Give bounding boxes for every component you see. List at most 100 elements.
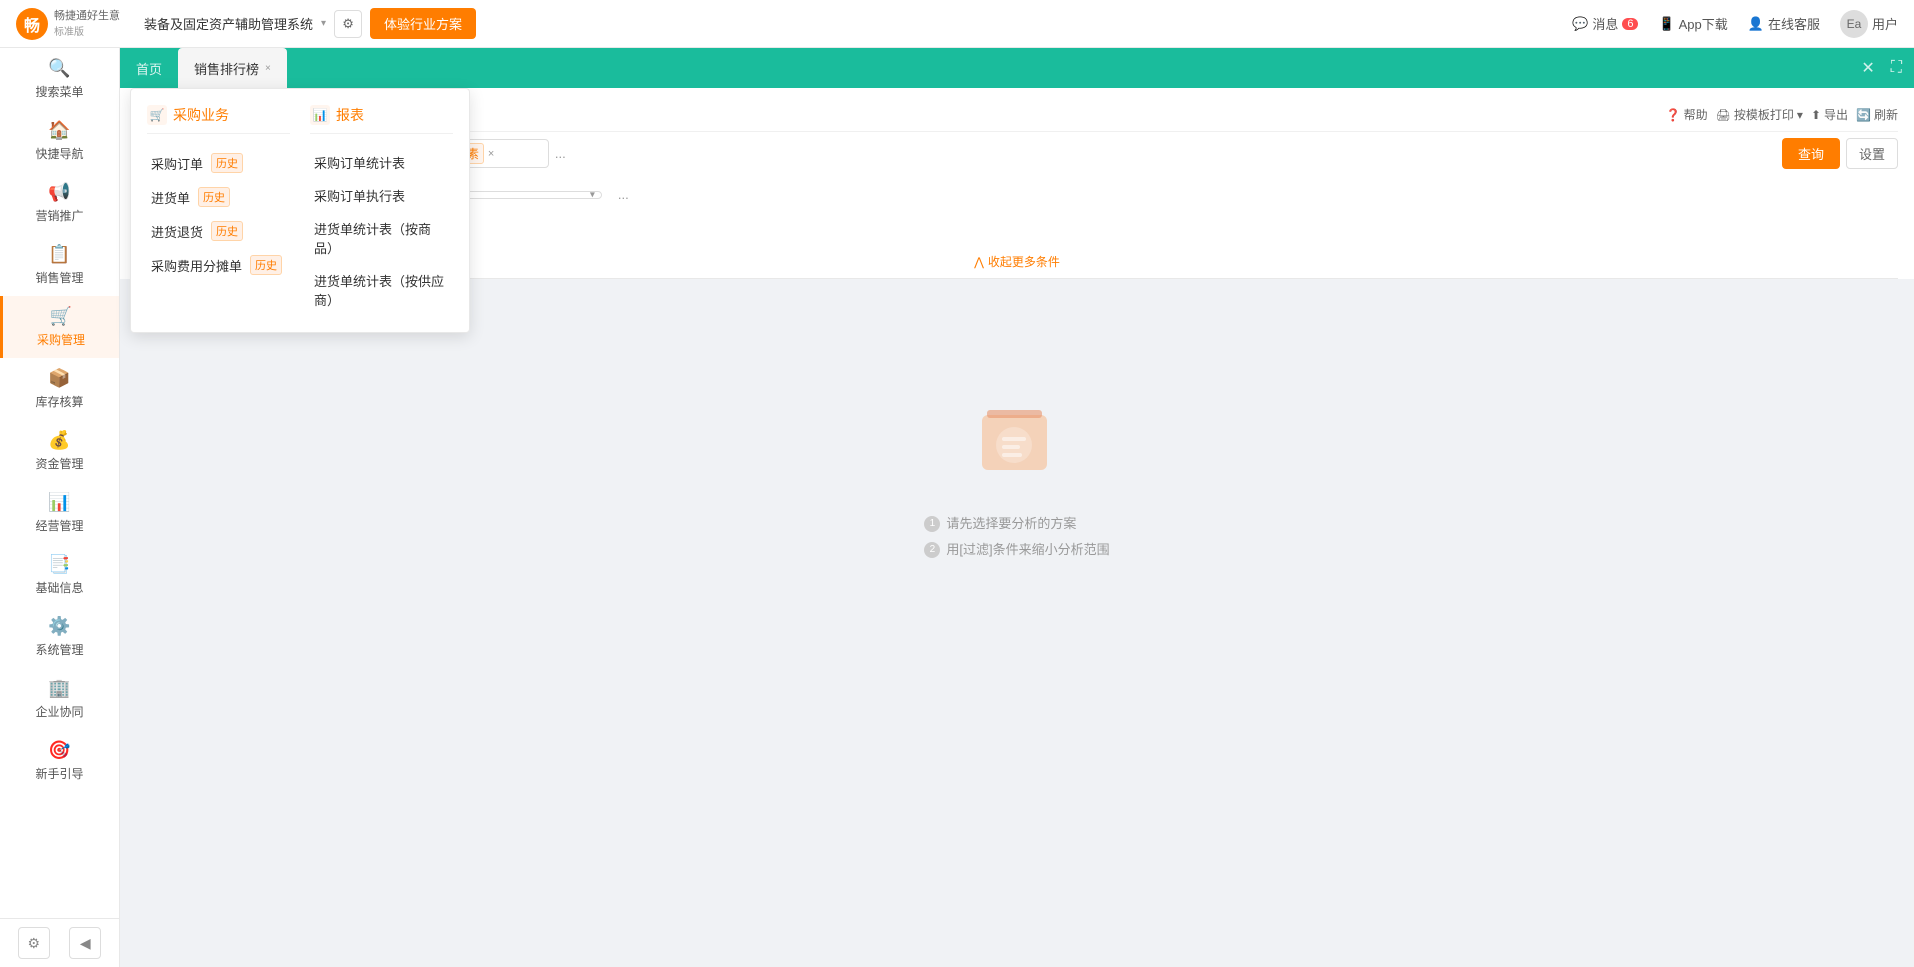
report-item-label: 进货单统计表（按商品）	[314, 219, 449, 257]
sidebar-item-label: 系统管理	[35, 641, 83, 658]
sidebar-item-basic-info[interactable]: 📑 基础信息	[0, 544, 119, 606]
sidebar-item-label: 新手引导	[35, 765, 83, 782]
sidebar-item-inventory[interactable]: 📦 库存核算	[0, 358, 119, 420]
report-dropdown-item[interactable]: 进货单统计表（按供应商）	[310, 264, 453, 316]
report-items: 采购订单统计表 采购订单执行表 进货单统计表（按商品） 进货单统计表（按供应商）	[310, 146, 453, 316]
sidebar-item-label: 库存核算	[35, 393, 83, 410]
step2-icon: 2	[924, 542, 940, 558]
tab-close-button[interactable]: ✕	[1857, 54, 1878, 82]
purchase-icon: 🛒	[50, 306, 72, 327]
service-icon: 👤	[1748, 16, 1764, 32]
report-dropdown-item[interactable]: 采购订单执行表	[310, 179, 453, 212]
tab-fullscreen-button[interactable]: ⛶	[1887, 55, 1906, 81]
sidebar-item-enterprise[interactable]: 🏢 企业协同	[0, 668, 119, 730]
step1-icon: 1	[924, 516, 940, 532]
report-col-icon: 📊	[310, 105, 330, 125]
basic-info-icon: 📑	[48, 554, 70, 575]
empty-illustration	[967, 395, 1067, 495]
logo-area: 畅 畅捷通好生意 标准版	[16, 8, 136, 40]
system-title-chevron-icon[interactable]: ▾	[321, 18, 326, 29]
online-service-button[interactable]: 👤 在线客服	[1748, 14, 1820, 33]
history-badge: 历史	[198, 187, 230, 207]
logo-title: 畅捷通好生意	[54, 9, 120, 23]
tab-home[interactable]: 首页	[120, 48, 178, 88]
user-area[interactable]: Ea 用户	[1840, 10, 1898, 38]
report-dropdown-item[interactable]: 进货单统计表（按商品）	[310, 212, 453, 264]
setting-button[interactable]: 设置	[1846, 138, 1898, 169]
purchase-item-label: 采购费用分摊单	[151, 256, 242, 275]
messages-button[interactable]: 💬 消息 6	[1572, 14, 1638, 33]
sidebar-item-search[interactable]: 🔍 搜索菜单	[0, 48, 119, 110]
sidebar: 🔍 搜索菜单 🏠 快捷导航 📢 营销推广 📋 销售管理 🛒 采购管理 📦 库存核…	[0, 48, 120, 967]
sidebar-settings-button[interactable]: ⚙	[18, 927, 50, 959]
empty-text: 1 请先选择要分析的方案 2 用[过滤]条件来缩小分析范围	[924, 511, 1109, 563]
report-dropdown-item[interactable]: 采购订单统计表	[310, 146, 453, 179]
purchase-dropdown-item[interactable]: 采购订单 历史	[147, 146, 290, 180]
marketing-icon: 📢	[48, 182, 70, 203]
sidebar-item-newbie[interactable]: 🎯 新手引导	[0, 730, 119, 792]
empty-state: 1 请先选择要分析的方案 2 用[过滤]条件来缩小分析范围	[120, 279, 1914, 679]
sidebar-item-sales[interactable]: 📋 销售管理	[0, 234, 119, 296]
app-download-button[interactable]: 📱 App下载	[1658, 14, 1727, 33]
dropdown-columns: 🛒 采购业务 采购订单 历史 进货单 历史 进货退货 历史 采购费用分摊单 历史…	[147, 105, 453, 316]
logo-text-area: 畅捷通好生意 标准版	[54, 9, 120, 38]
report-col-title: 📊 报表	[310, 105, 453, 134]
sidebar-item-label: 销售管理	[35, 269, 83, 286]
refresh-icon: 🔄	[1856, 108, 1871, 122]
settings-gear-button[interactable]: ⚙	[334, 10, 362, 38]
history-badge: 历史	[250, 255, 282, 275]
sidebar-item-finance[interactable]: 💰 资金管理	[0, 420, 119, 482]
sidebar-item-operations[interactable]: 📊 经营管理	[0, 482, 119, 544]
purchase-dropdown-item[interactable]: 进货退货 历史	[147, 214, 290, 248]
salesperson-chevron-icon: ▾	[590, 189, 595, 200]
print-chevron-icon: ▾	[1797, 108, 1803, 122]
sidebar-item-marketing[interactable]: 📢 营销推广	[0, 172, 119, 234]
purchase-dropdown-menu: 🛒 采购业务 采购订单 历史 进货单 历史 进货退货 历史 采购费用分摊单 历史…	[130, 88, 470, 333]
query-button[interactable]: 查询	[1782, 138, 1840, 169]
system-icon: ⚙️	[48, 616, 70, 637]
goods-tag-remove-icon[interactable]: ×	[488, 148, 494, 160]
purchase-item-label: 进货退货	[151, 222, 203, 241]
purchase-col-icon: 🛒	[147, 105, 167, 125]
refresh-button[interactable]: 🔄 刷新	[1856, 106, 1898, 123]
sidebar-item-purchase[interactable]: 🛒 采购管理	[0, 296, 119, 358]
purchase-items: 采购订单 历史 进货单 历史 进货退货 历史 采购费用分摊单 历史	[147, 146, 290, 282]
collapse-up-icon: ⋀	[974, 255, 984, 269]
industry-btn[interactable]: 体验行业方案	[370, 8, 476, 39]
export-button[interactable]: ⬆ 导出	[1811, 106, 1848, 123]
report-item-label: 采购订单执行表	[314, 186, 405, 205]
sidebar-bottom: ⚙ ◀	[0, 918, 119, 967]
purchase-dropdown-item[interactable]: 采购费用分摊单 历史	[147, 248, 290, 282]
help-button[interactable]: ❓ 帮助	[1666, 106, 1708, 123]
purchase-col-title: 🛒 采购业务	[147, 105, 290, 134]
purchase-col: 🛒 采购业务 采购订单 历史 进货单 历史 进货退货 历史 采购费用分摊单 历史	[147, 105, 290, 316]
sidebar-item-system[interactable]: ⚙️ 系统管理	[0, 606, 119, 668]
action-buttons: 查询 设置	[1782, 138, 1898, 169]
goods-more-dots: ...	[555, 146, 566, 161]
system-title-text: 装备及固定资产辅助管理系统	[144, 14, 313, 33]
phone-icon: 📱	[1658, 16, 1674, 32]
purchase-dropdown-item[interactable]: 进货单 历史	[147, 180, 290, 214]
operations-icon: 📊	[48, 492, 70, 513]
tab-sales-rank[interactable]: 销售排行榜 ×	[178, 48, 287, 88]
print-icon: 🖨	[1716, 108, 1731, 122]
sidebar-item-label: 资金管理	[35, 455, 83, 472]
sidebar-item-label: 经营管理	[35, 517, 83, 534]
sidebar-item-quick-nav[interactable]: 🏠 快捷导航	[0, 110, 119, 172]
purchase-item-label: 进货单	[151, 188, 190, 207]
print-button[interactable]: 🖨 按模板打印 ▾	[1716, 106, 1803, 123]
sidebar-item-label: 采购管理	[37, 331, 85, 348]
report-col: 📊 报表 采购订单统计表 采购订单执行表 进货单统计表（按商品） 进货单统计表（…	[310, 105, 453, 316]
toolbar-right: ❓ 帮助 🖨 按模板打印 ▾ ⬆ 导出 🔄	[1666, 106, 1898, 123]
sidebar-item-label: 基础信息	[35, 579, 83, 596]
sales-icon: 📋	[48, 244, 70, 265]
inventory-icon: 📦	[48, 368, 70, 389]
top-bar: 畅 畅捷通好生意 标准版 装备及固定资产辅助管理系统 ▾ ⚙ 体验行业方案 💬 …	[0, 0, 1914, 48]
logo-subtitle: 标准版	[54, 23, 120, 38]
report-item-label: 采购订单统计表	[314, 153, 405, 172]
tab-close-icon[interactable]: ×	[265, 63, 271, 74]
salesperson-more-dots: ...	[618, 187, 629, 202]
finance-icon: 💰	[48, 430, 70, 451]
collapse-button[interactable]: ⋀ 收起更多条件	[974, 253, 1060, 270]
sidebar-collapse-button[interactable]: ◀	[69, 927, 101, 959]
